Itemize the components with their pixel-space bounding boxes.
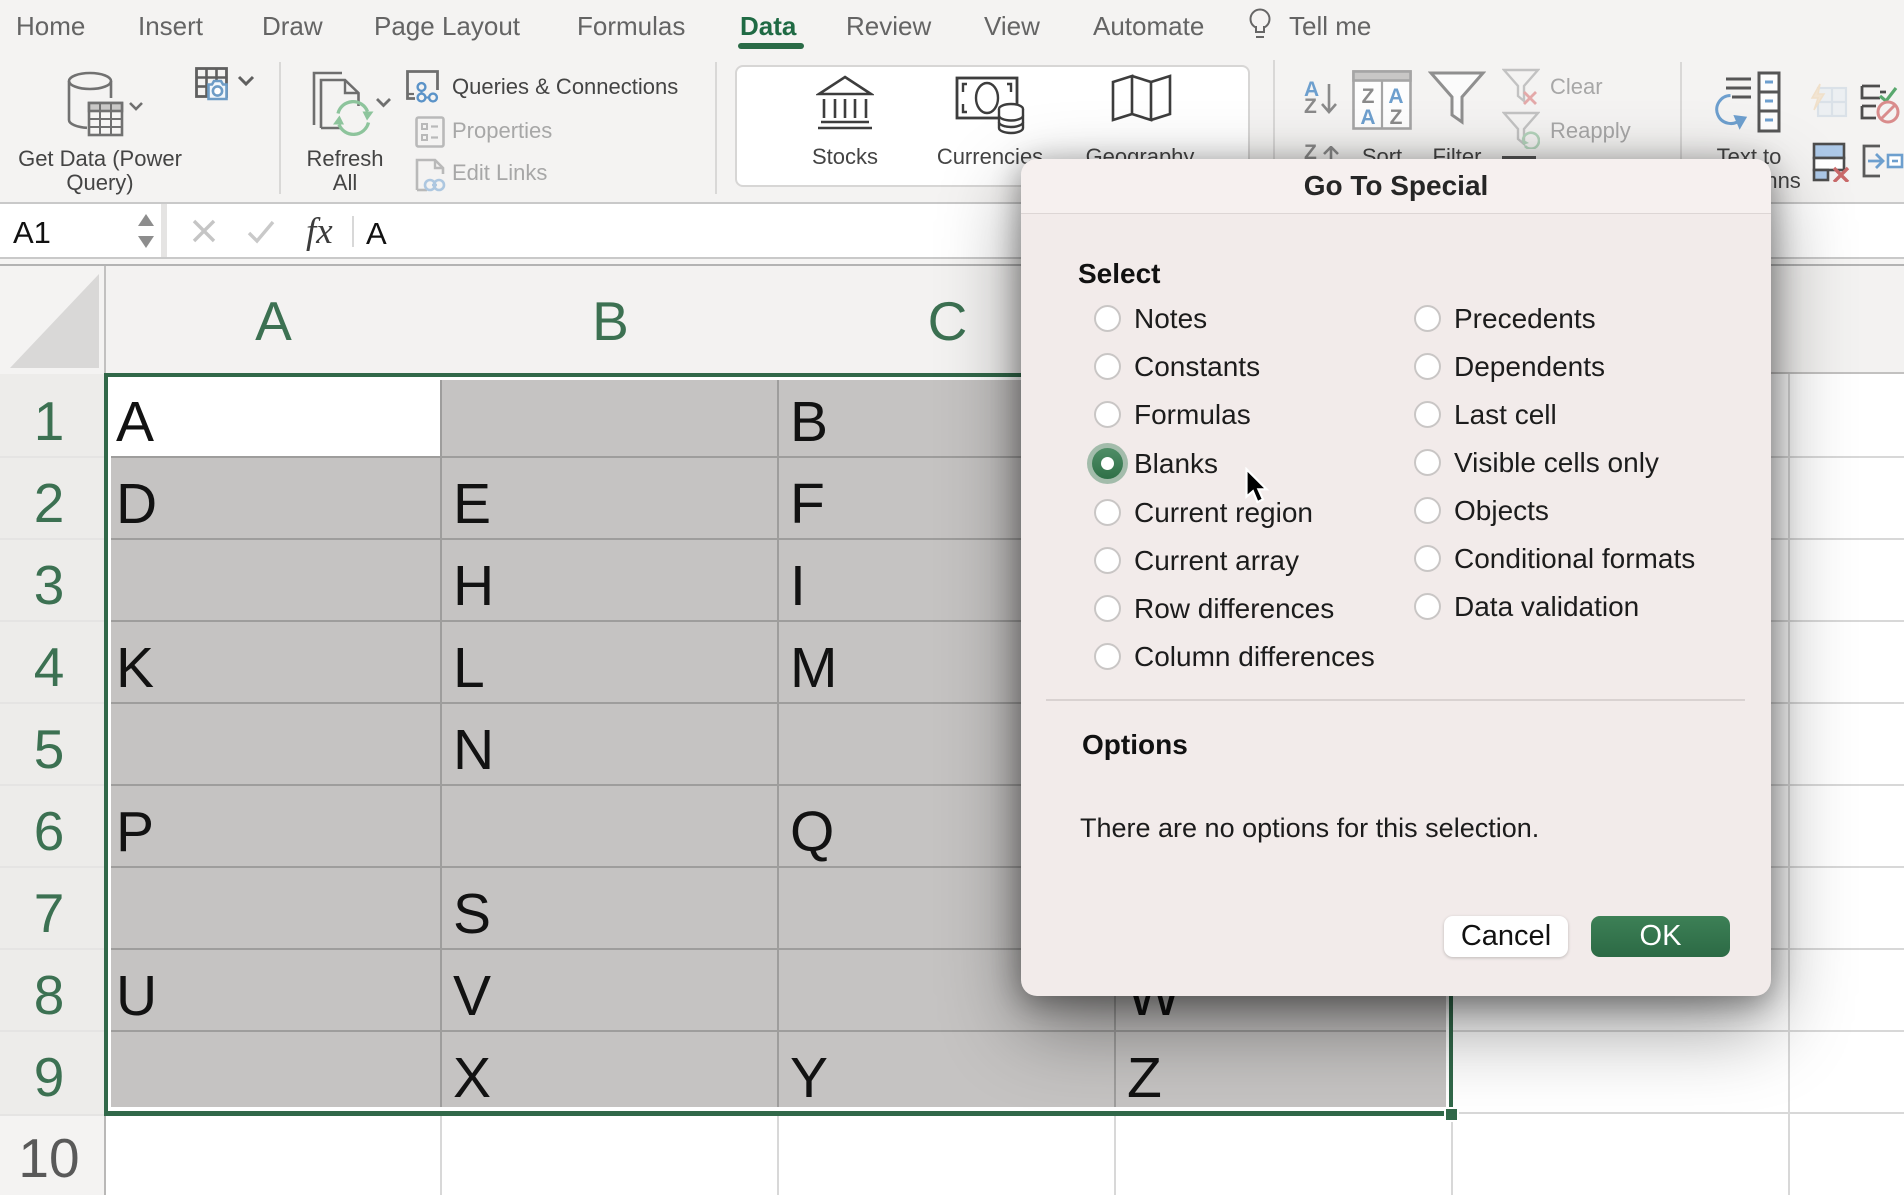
svg-text:Z: Z	[1390, 106, 1403, 129]
svg-text:A: A	[1388, 85, 1403, 108]
svg-text:A: A	[1360, 106, 1375, 129]
svg-text:Z: Z	[1362, 85, 1375, 108]
